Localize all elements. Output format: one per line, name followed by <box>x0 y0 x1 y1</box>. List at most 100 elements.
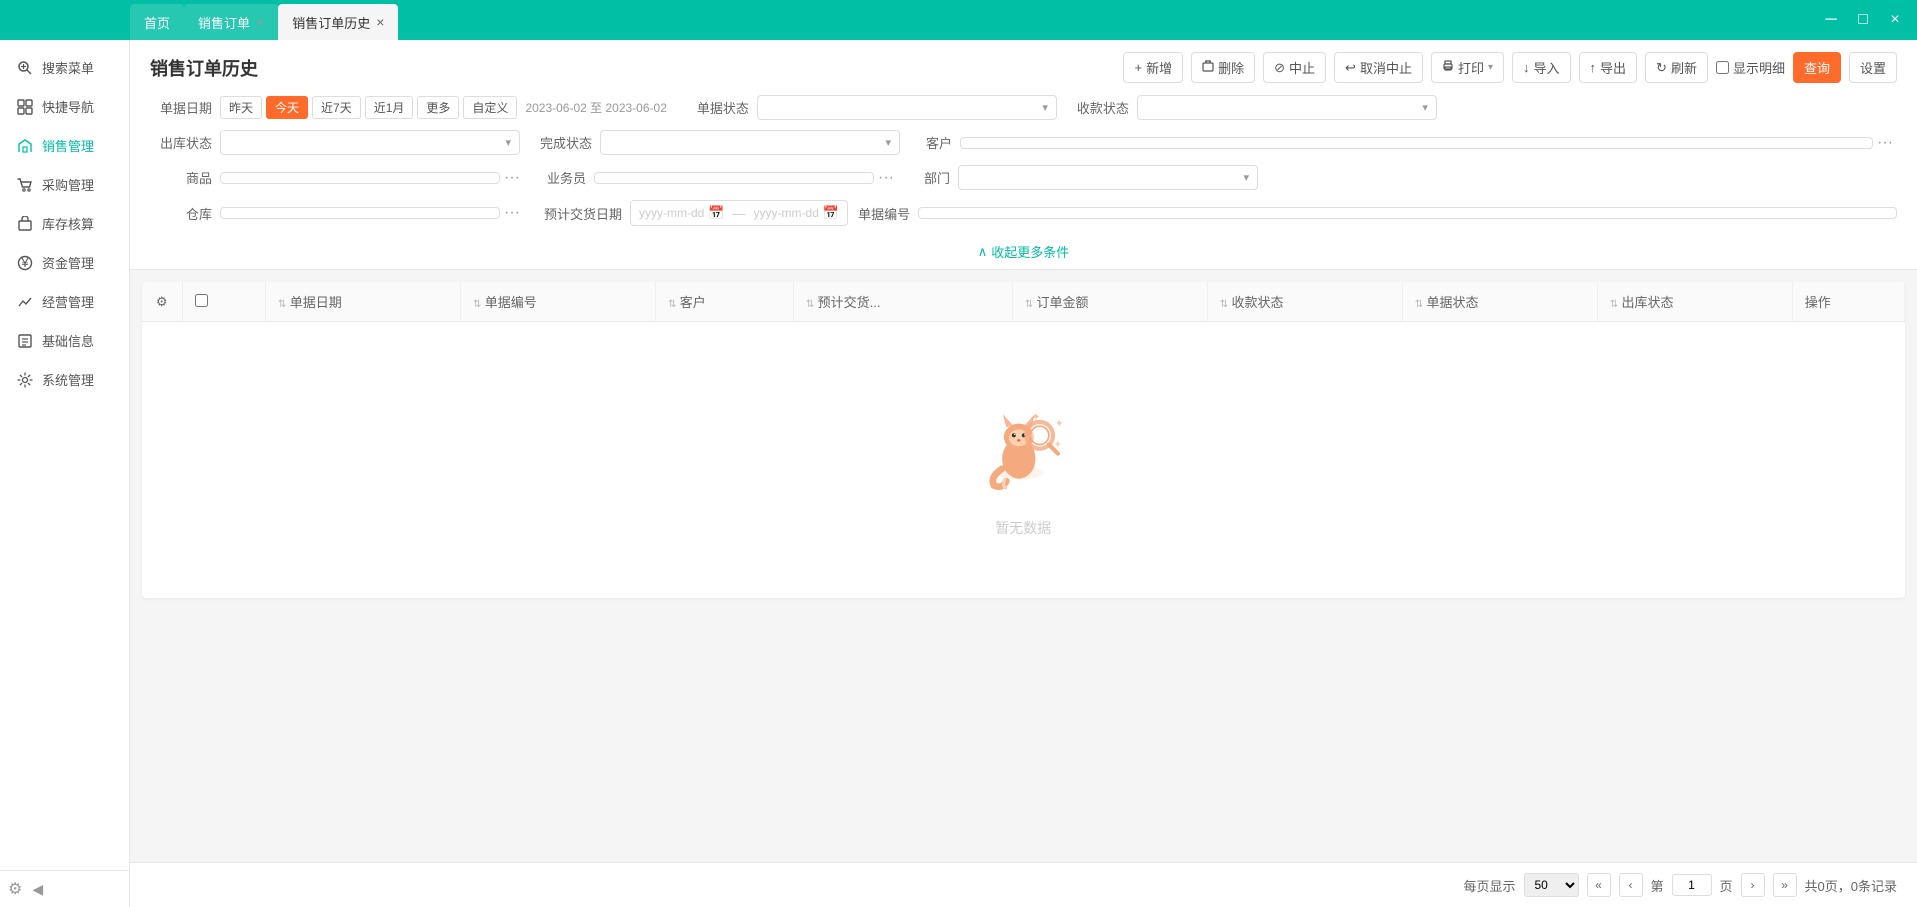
warehouse-status-select[interactable]: ▾ <box>220 130 520 155</box>
select-all-checkbox[interactable] <box>195 294 208 307</box>
table-col-number[interactable]: ⇅ 单据编号 <box>461 282 656 322</box>
print-button[interactable]: 打印 ▾ <box>1431 52 1504 83</box>
filter-row-2: 出库状态 ▾ 完成状态 ▾ 客户 ··· <box>150 130 1897 155</box>
sidebar-collapse-icon[interactable]: ◀ <box>32 881 43 898</box>
salesperson-dots-icon[interactable]: ··· <box>874 169 898 187</box>
date-btn-yesterday[interactable]: 昨天 <box>220 96 262 119</box>
sidebar-label-search-menu: 搜索菜单 <box>42 58 94 77</box>
table-settings-col[interactable]: ⚙ <box>142 282 182 322</box>
delete-button[interactable]: 删除 <box>1191 52 1255 83</box>
complete-status-select[interactable]: ▾ <box>600 130 900 155</box>
export-button[interactable]: ↑ 导出 <box>1579 52 1638 83</box>
date-btn-today[interactable]: 今天 <box>266 96 308 119</box>
table-col-checkbox[interactable] <box>182 282 266 322</box>
collapse-button[interactable]: ∧ 收起更多条件 <box>150 236 1897 269</box>
warehouse-dots-icon[interactable]: ··· <box>500 204 524 222</box>
date-btn-custom[interactable]: 自定义 <box>463 96 517 119</box>
svg-text:✦: ✦ <box>1053 439 1062 451</box>
goods-input[interactable] <box>220 172 500 184</box>
topbar-minimize[interactable]: ─ <box>1819 8 1843 32</box>
payment-status-arrow-icon: ▾ <box>1422 101 1428 114</box>
table-col-bill-status[interactable]: ⇅ 单据状态 <box>1402 282 1597 322</box>
refresh-button[interactable]: ↻ 刷新 <box>1645 52 1708 83</box>
sidebar-item-purchase[interactable]: 采购管理 <box>0 165 129 204</box>
bill-number-input[interactable] <box>918 207 1897 219</box>
empty-text: 暂无数据 <box>995 518 1051 538</box>
calendar-end-icon[interactable]: 📅 <box>823 205 839 221</box>
query-label: 查询 <box>1804 58 1830 77</box>
sidebar-item-sales[interactable]: 销售管理 <box>0 126 129 165</box>
delivery-col-sort-icon: ⇅ <box>806 299 814 310</box>
capital-icon: ¥ <box>16 254 34 272</box>
sidebar-bottom: ⚙ ◀ <box>0 870 129 907</box>
salesperson-input[interactable] <box>594 172 874 184</box>
first-page-button[interactable]: « <box>1587 873 1611 897</box>
payment-status-select[interactable]: ▾ <box>1137 95 1437 120</box>
stop-button[interactable]: ⊘ 中止 <box>1263 52 1326 83</box>
date-btn-last7[interactable]: 近7天 <box>312 96 361 119</box>
settings-button[interactable]: 设置 <box>1849 52 1897 83</box>
query-button[interactable]: 查询 <box>1793 52 1841 83</box>
display-detail-label: 显示明细 <box>1733 58 1785 77</box>
department-select[interactable]: ▾ <box>958 165 1258 190</box>
import-label: 导入 <box>1534 58 1560 77</box>
settings-label: 设置 <box>1860 58 1886 77</box>
add-button[interactable]: + 新增 <box>1123 52 1183 83</box>
sidebar-item-search-menu[interactable]: 搜索菜单 <box>0 48 129 87</box>
date-btn-last1m[interactable]: 近1月 <box>365 96 414 119</box>
sidebar-item-sys-admin[interactable]: 系统管理 <box>0 360 129 399</box>
add-label: 新增 <box>1146 58 1172 77</box>
next-page-button[interactable]: › <box>1741 873 1765 897</box>
display-detail-checkbox-label[interactable]: 显示明细 <box>1716 58 1785 77</box>
tab-home[interactable]: 首页 <box>130 4 184 40</box>
table-col-date[interactable]: ⇅ 单据日期 <box>266 282 461 322</box>
table-col-action: 操作 <box>1792 282 1904 322</box>
amount-col-sort-icon: ⇅ <box>1025 299 1033 310</box>
sidebar-item-operations[interactable]: 经营管理 <box>0 282 129 321</box>
data-table: ⚙ ⇅ 单据日期 ⇅ 单据编号 <box>142 282 1905 598</box>
page-prefix: 第 <box>1651 876 1664 895</box>
table-col-customer[interactable]: ⇅ 客户 <box>656 282 794 322</box>
sidebar-settings-icon[interactable]: ⚙ <box>8 879 22 899</box>
sidebar-item-inventory[interactable]: 库存核算 <box>0 204 129 243</box>
department-label: 部门 <box>918 168 958 187</box>
last-page-button[interactable]: » <box>1773 873 1797 897</box>
customer-dots-icon[interactable]: ··· <box>1873 134 1897 152</box>
import-button[interactable]: ↓ 导入 <box>1512 52 1571 83</box>
tab-sales-order-close[interactable]: × <box>256 15 264 29</box>
per-page-label: 每页显示 <box>1463 876 1515 895</box>
topbar: 首页 销售订单 × 销售订单历史 × ─ □ × <box>0 0 1917 40</box>
prev-page-button[interactable]: ‹ <box>1619 873 1643 897</box>
tab-sales-order-history[interactable]: 销售订单历史 × <box>278 4 398 40</box>
table-col-delivery[interactable]: ⇅ 预计交货... <box>793 282 1012 322</box>
customer-col-sort-icon: ⇅ <box>668 299 676 310</box>
page-number-input[interactable] <box>1672 874 1712 896</box>
topbar-maximize[interactable]: □ <box>1851 8 1875 32</box>
goods-dots-icon[interactable]: ··· <box>500 169 524 187</box>
table-col-amount[interactable]: ⇅ 订单金额 <box>1012 282 1207 322</box>
warehouse-status-col-sort-icon: ⇅ <box>1610 299 1618 310</box>
table-col-payment-status[interactable]: ⇅ 收款状态 <box>1207 282 1402 322</box>
cancel-stop-button[interactable]: ↩ 取消中止 <box>1334 52 1423 83</box>
warehouse-input[interactable] <box>220 207 500 219</box>
bill-status-select[interactable]: ▾ <box>757 95 1057 120</box>
table-header: ⚙ ⇅ 单据日期 ⇅ 单据编号 <box>142 282 1905 322</box>
table-gear-icon[interactable]: ⚙ <box>156 294 168 309</box>
date-dash: — <box>733 206 746 221</box>
tab-sales-order-history-close[interactable]: × <box>376 15 384 29</box>
display-detail-checkbox[interactable] <box>1716 61 1729 74</box>
tab-sales-order[interactable]: 销售订单 × <box>184 4 278 40</box>
table-col-warehouse-status[interactable]: ⇅ 出库状态 <box>1597 282 1792 322</box>
empty-area: ✦ ✦ ✦ 暂无数据 <box>142 322 1905 598</box>
calendar-start-icon[interactable]: 📅 <box>708 205 724 221</box>
sidebar-item-basic-info[interactable]: 基础信息 <box>0 321 129 360</box>
date-btn-more[interactable]: 更多 <box>417 96 459 119</box>
sidebar-item-quick-nav[interactable]: 快捷导航 <box>0 87 129 126</box>
per-page-select[interactable]: 50 10 20 100 <box>1524 873 1579 897</box>
delivery-date-range[interactable]: yyyy-mm-dd 📅 — yyyy-mm-dd 📅 <box>630 200 848 226</box>
topbar-close[interactable]: × <box>1883 8 1907 32</box>
print-label: 打印 <box>1458 58 1484 77</box>
customer-input[interactable] <box>960 137 1873 149</box>
purchase-icon <box>16 176 34 194</box>
sidebar-item-capital[interactable]: ¥ 资金管理 <box>0 243 129 282</box>
